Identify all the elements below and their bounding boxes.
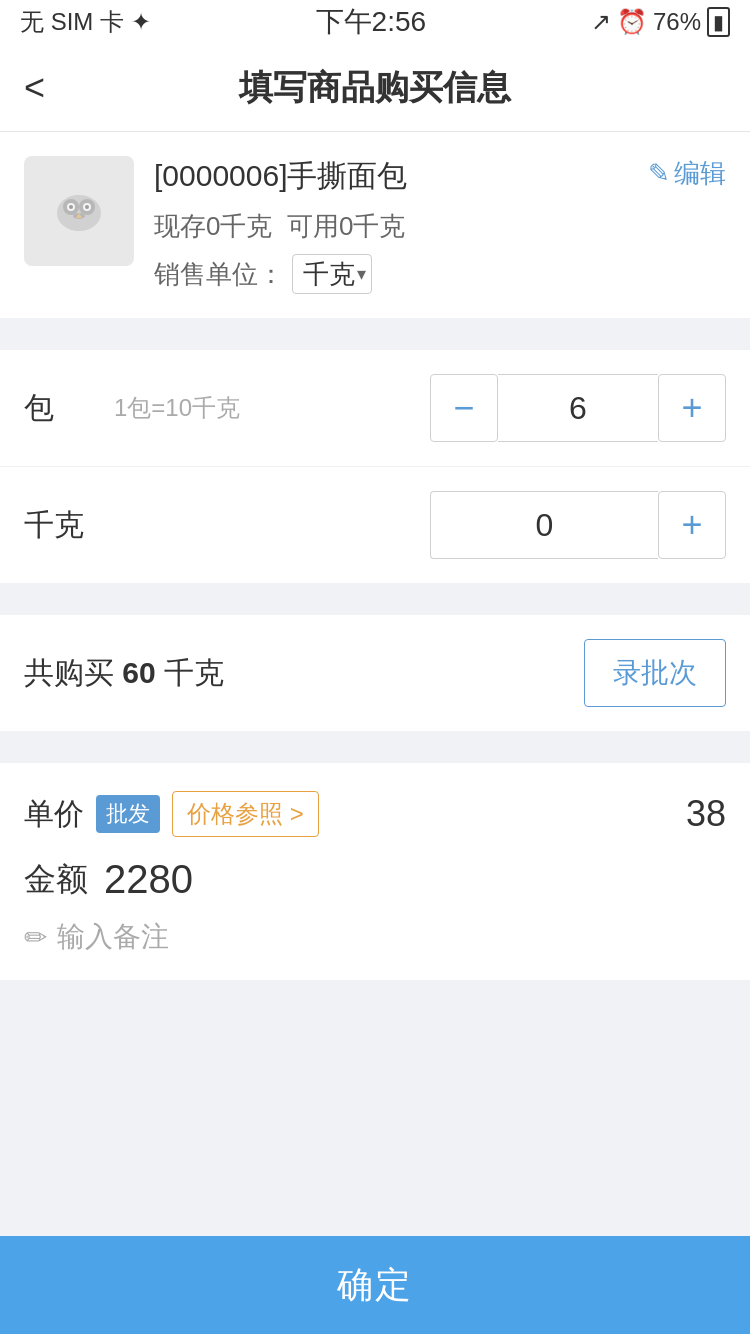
status-time: 下午2:56 [316,3,427,41]
price-section: 单价 批发 价格参照 > 38 金额 2280 ✏ 输入备注 [0,763,750,980]
price-value: 38 [686,793,726,835]
product-unit-row: 销售单位： 千克 包 [154,254,726,294]
bag-hint: 1包=10千克 [114,392,430,424]
input-section: 包 1包=10千克 − + 千克 + [0,350,750,583]
svg-point-6 [85,205,89,209]
product-card: [0000006]手撕面包 ✎ 编辑 现存0千克 可用0千克 销售单位： 千克 … [0,132,750,318]
svg-point-5 [69,205,73,209]
bag-label: 包 [24,388,104,429]
kg-plus-button[interactable]: + [658,491,726,559]
product-image [24,156,134,266]
kg-label: 千克 [24,505,104,546]
unit-select-wrapper[interactable]: 千克 包 [292,254,372,294]
total-section: 共购买 60 千克 录批次 [0,615,750,731]
unit-select[interactable]: 千克 包 [292,254,372,294]
sim-status: 无 SIM 卡 ✦ [20,6,151,38]
status-bar: 无 SIM 卡 ✦ 下午2:56 ↗ ⏰ 76% ▮ [0,0,750,44]
location-icon: ↗ [591,8,611,36]
kg-row: 千克 + [0,467,750,583]
amount-value: 2280 [104,857,193,902]
bag-plus-button[interactable]: + [658,374,726,442]
confirm-button[interactable]: 确定 [0,1236,750,1334]
separator-3 [0,747,750,763]
amount-label: 金额 [24,858,88,902]
product-info: [0000006]手撕面包 ✎ 编辑 现存0千克 可用0千克 销售单位： 千克 … [154,156,726,294]
price-tag: 批发 [96,795,160,833]
bag-quantity-controls: − + [430,374,726,442]
product-logo [49,181,109,241]
page-title: 填写商品购买信息 [239,65,511,111]
product-name: [0000006]手撕面包 [154,156,648,197]
back-button[interactable]: < [24,67,45,109]
product-header: [0000006]手撕面包 ✎ 编辑 [154,156,726,197]
alarm-icon: ⏰ [617,8,647,36]
status-left: 无 SIM 卡 ✦ [20,6,151,38]
amount-row: 金额 2280 [24,857,726,902]
remark-placeholder: 输入备注 [57,918,169,956]
kg-quantity-controls: + [430,491,726,559]
total-text: 共购买 60 千克 [24,653,224,694]
pencil-icon: ✏ [24,921,47,954]
battery-icon: ▮ [707,7,730,37]
battery-level: 76% [653,8,701,36]
record-batch-button[interactable]: 录批次 [584,639,726,707]
remark-row[interactable]: ✏ 输入备注 [24,918,726,956]
kg-quantity-input[interactable] [430,491,658,559]
edit-icon: ✎ [648,158,670,189]
status-right: ↗ ⏰ 76% ▮ [591,7,730,37]
nav-bar: < 填写商品购买信息 [0,44,750,132]
price-ref-button[interactable]: 价格参照 > [172,791,319,837]
price-row: 单价 批发 价格参照 > 38 [24,791,726,837]
price-label: 单价 批发 价格参照 > [24,791,319,837]
separator-1 [0,334,750,350]
product-stock: 现存0千克 可用0千克 [154,209,726,244]
edit-button[interactable]: ✎ 编辑 [648,156,726,191]
bag-quantity-input[interactable] [498,374,658,442]
bag-minus-button[interactable]: − [430,374,498,442]
bag-row: 包 1包=10千克 − + [0,350,750,467]
separator-2 [0,599,750,615]
